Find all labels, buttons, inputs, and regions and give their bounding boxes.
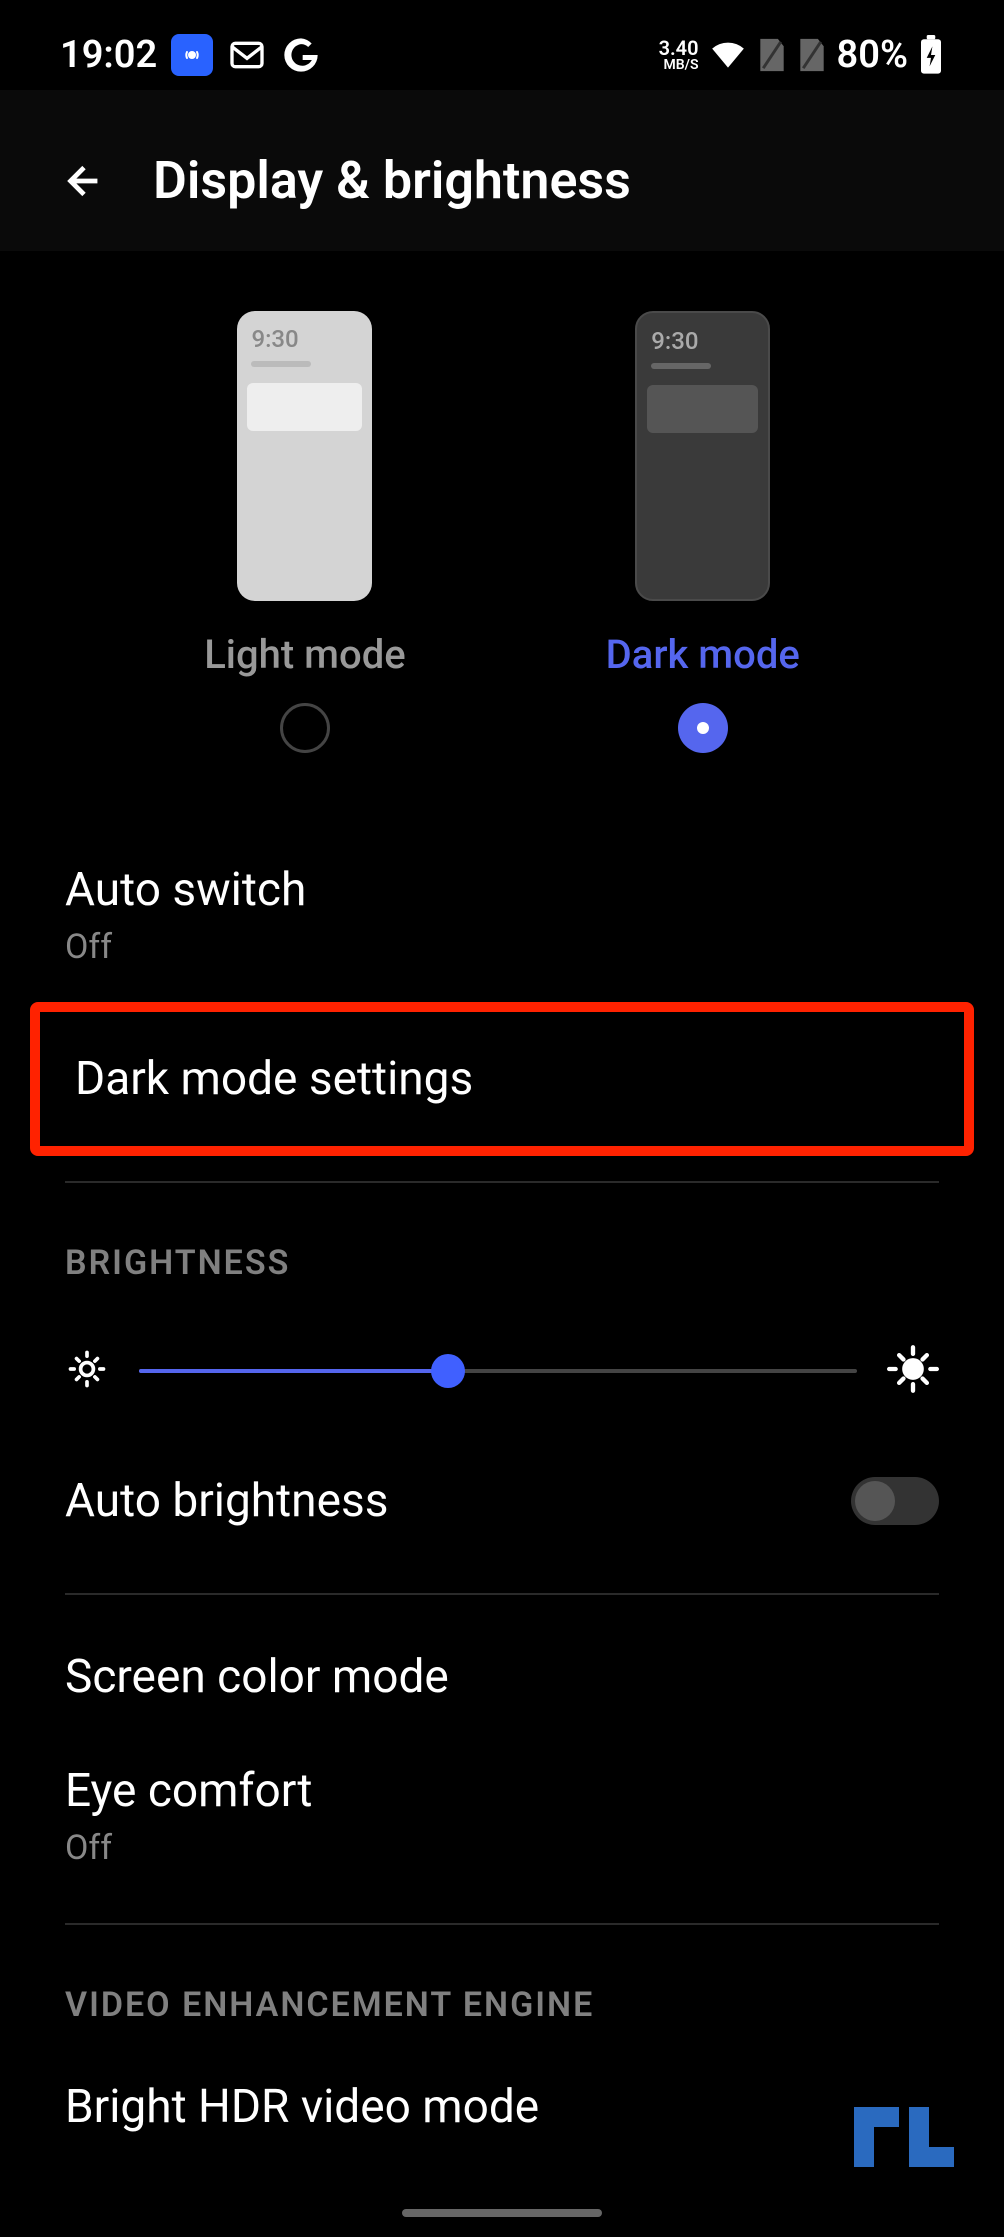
gmail-icon bbox=[227, 35, 267, 75]
status-right: 3.40 MB/S 80% bbox=[659, 33, 944, 77]
preview-bar bbox=[251, 361, 311, 367]
preview-card bbox=[247, 383, 362, 431]
brightness-section-header: BRIGHTNESS bbox=[0, 1208, 1004, 1308]
net-speed-unit: MB/S bbox=[659, 58, 699, 72]
status-left: 19:02 bbox=[60, 33, 321, 77]
preview-card bbox=[647, 385, 758, 433]
net-speed-value: 3.40 bbox=[659, 38, 699, 58]
dark-mode-preview: 9:30 bbox=[635, 311, 770, 601]
status-time: 19:02 bbox=[60, 33, 157, 77]
auto-brightness-title: Auto brightness bbox=[65, 1474, 388, 1528]
auto-brightness-item[interactable]: Auto brightness bbox=[0, 1434, 1004, 1568]
dark-mode-settings-item[interactable]: Dark mode settings bbox=[30, 1002, 974, 1156]
sim2-icon bbox=[797, 36, 827, 74]
dark-mode-label: Dark mode bbox=[606, 631, 800, 678]
watermark-logo bbox=[844, 2097, 964, 2177]
divider bbox=[65, 1593, 939, 1595]
light-mode-label: Light mode bbox=[204, 631, 405, 678]
sim1-icon bbox=[757, 36, 787, 74]
header: Display & brightness bbox=[0, 90, 1004, 251]
battery-charging-icon bbox=[918, 35, 944, 75]
brightness-low-icon bbox=[65, 1347, 109, 1395]
toggle-thumb bbox=[855, 1481, 895, 1521]
dark-mode-settings-title: Dark mode settings bbox=[75, 1052, 929, 1106]
slider-thumb[interactable] bbox=[431, 1354, 465, 1388]
screen-color-mode-item[interactable]: Screen color mode bbox=[0, 1620, 1004, 1734]
theme-mode-selector: 9:30 Light mode 9:30 Dark mode bbox=[0, 251, 1004, 793]
eye-comfort-item[interactable]: Eye comfort Off bbox=[0, 1734, 1004, 1898]
light-mode-radio[interactable] bbox=[280, 703, 330, 753]
divider bbox=[65, 1181, 939, 1183]
eye-comfort-sub: Off bbox=[65, 1828, 939, 1868]
preview-time: 9:30 bbox=[251, 325, 362, 353]
auto-switch-sub: Off bbox=[65, 927, 939, 967]
back-button[interactable] bbox=[60, 157, 108, 205]
google-icon bbox=[281, 35, 321, 75]
network-speed: 3.40 MB/S bbox=[659, 38, 699, 72]
broadcast-icon bbox=[171, 34, 213, 76]
auto-switch-title: Auto switch bbox=[65, 863, 939, 917]
light-mode-preview: 9:30 bbox=[237, 311, 372, 601]
brightness-slider-row bbox=[0, 1308, 1004, 1434]
eye-comfort-title: Eye comfort bbox=[65, 1764, 939, 1818]
arrow-left-icon bbox=[61, 158, 107, 204]
preview-bar bbox=[651, 363, 711, 369]
page-title: Display & brightness bbox=[153, 150, 631, 211]
slider-fill bbox=[139, 1369, 448, 1373]
battery-percentage: 80% bbox=[837, 33, 908, 77]
video-enhancement-header: VIDEO ENHANCEMENT ENGINE bbox=[0, 1950, 1004, 2050]
preview-time: 9:30 bbox=[651, 327, 758, 355]
screen-color-mode-title: Screen color mode bbox=[65, 1650, 939, 1704]
dark-mode-radio[interactable] bbox=[678, 703, 728, 753]
light-mode-option[interactable]: 9:30 Light mode bbox=[204, 311, 405, 753]
brightness-slider[interactable] bbox=[139, 1369, 857, 1373]
bright-hdr-title: Bright HDR video mode bbox=[65, 2080, 939, 2134]
dark-mode-option[interactable]: 9:30 Dark mode bbox=[606, 311, 800, 753]
status-bar: 19:02 3.40 MB/S bbox=[0, 0, 1004, 90]
settings-list: Auto switch Off Dark mode settings BRIGH… bbox=[0, 793, 1004, 2134]
brightness-high-icon bbox=[887, 1343, 939, 1399]
navigation-bar-handle[interactable] bbox=[402, 2209, 602, 2217]
auto-switch-item[interactable]: Auto switch Off bbox=[0, 833, 1004, 997]
divider bbox=[65, 1923, 939, 1925]
wifi-icon bbox=[709, 36, 747, 74]
auto-brightness-toggle[interactable] bbox=[851, 1477, 939, 1525]
